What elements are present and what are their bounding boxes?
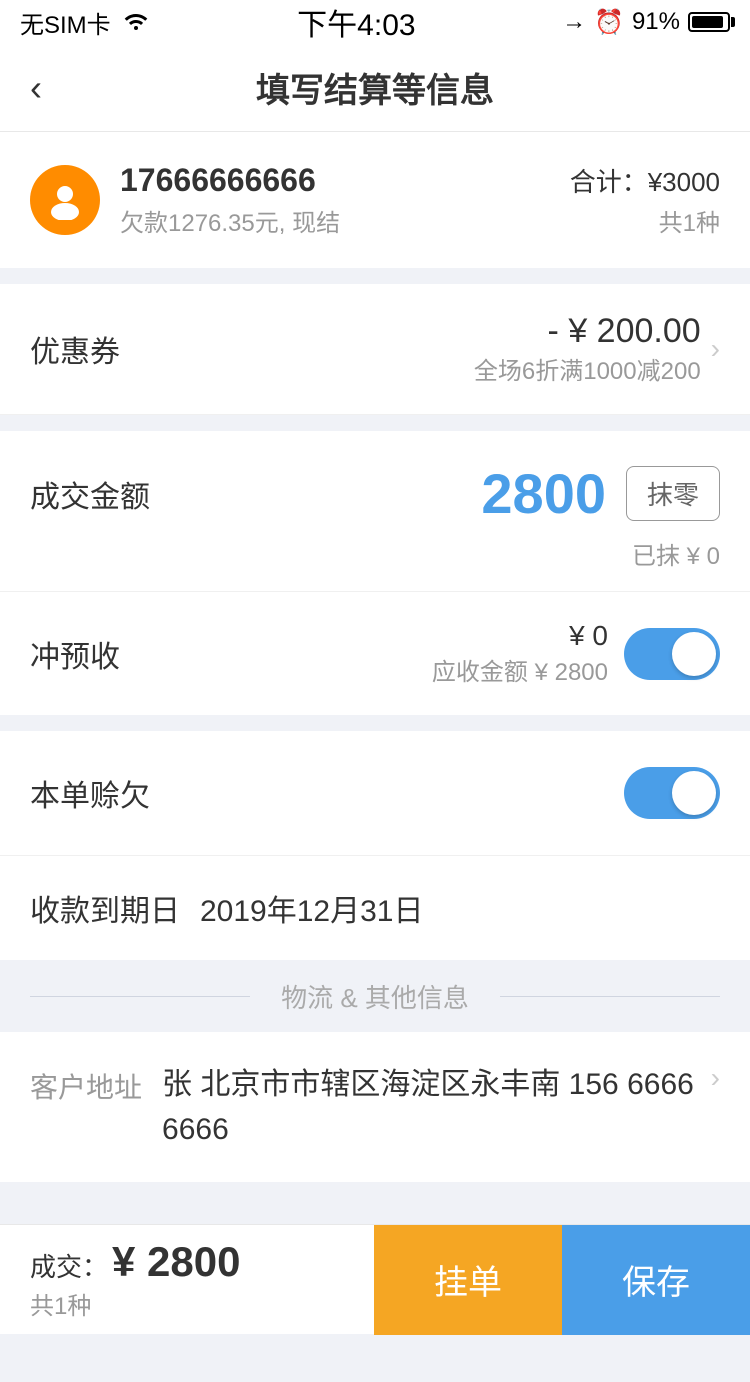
coupon-subtext: 全场6折满1000减200	[474, 351, 701, 386]
date-label: 收款到期日	[30, 886, 180, 930]
status-left: 无SIM卡	[20, 5, 151, 40]
logistics-text: 物流 & 其他信息	[261, 978, 489, 1015]
section-gap-2	[0, 715, 750, 731]
location-icon: →	[562, 8, 586, 36]
total-count: 共1种	[570, 203, 720, 238]
address-key: 客户地址	[30, 1062, 142, 1106]
coupon-label: 优惠券	[30, 327, 120, 371]
debt-section: 本单赊欠 收款到期日 2019年12月31日	[0, 731, 750, 960]
carrier-text: 无SIM卡	[20, 5, 111, 40]
alarm-icon: ⏰	[594, 8, 624, 37]
amount-sub: 已抹 ¥ 0	[0, 536, 750, 591]
coupon-row[interactable]: 优惠券 - ¥ 200.00 全场6折满1000减200 ›	[0, 284, 750, 415]
avatar	[30, 165, 100, 235]
prepaid-row: 冲预收 ¥ 0 应收金额 ¥ 2800	[0, 591, 750, 715]
prepaid-toggle[interactable]	[624, 628, 720, 680]
debt-label: 本单赊欠	[30, 771, 150, 815]
prepaid-label: 冲预收	[30, 632, 120, 676]
address-chevron-icon: ›	[711, 1062, 720, 1094]
bottom-bar: 成交： ¥ 2800 共1种 挂单 保存	[0, 1224, 750, 1334]
date-value: 2019年12月31日	[200, 886, 423, 930]
toggle-knob	[672, 632, 716, 676]
amount-section: 成交金额 2800 抹零 已抹 ¥ 0 冲预收 ¥ 0 应收金额 ¥ 2800	[0, 431, 750, 715]
debt-toggle-knob	[672, 771, 716, 815]
bottom-total-price: ¥ 2800	[112, 1238, 240, 1286]
address-value: 张 北京市市辖区海淀区永丰南 156 6666 6666	[162, 1062, 711, 1152]
coupon-chevron-icon: ›	[711, 333, 720, 365]
battery-percent: 91%	[632, 8, 680, 36]
hang-button[interactable]: 挂单	[374, 1225, 562, 1335]
bottom-count: 共1种	[30, 1286, 344, 1321]
logistics-divider: 物流 & 其他信息	[0, 960, 750, 1032]
amount-label: 成交金额	[30, 472, 150, 516]
battery-icon	[688, 12, 730, 32]
total-label: 合计：¥3000	[570, 162, 720, 199]
prepaid-sub: 应收金额 ¥ 2800	[432, 652, 608, 687]
save-button[interactable]: 保存	[562, 1225, 750, 1335]
prepaid-amount: ¥ 0	[432, 620, 608, 652]
back-button[interactable]: ‹	[30, 67, 42, 109]
coupon-amount: - ¥ 200.00	[474, 312, 701, 351]
date-row: 收款到期日 2019年12月31日	[0, 855, 750, 960]
status-right: → ⏰ 91%	[562, 8, 730, 37]
user-phone: 17666666666	[120, 162, 340, 199]
user-subtext: 欠款1276.35元, 现结	[120, 203, 340, 238]
bottom-total-label: 成交：	[30, 1247, 108, 1284]
amount-value: 2800	[481, 461, 606, 526]
round-button[interactable]: 抹零	[626, 466, 720, 521]
user-card: 17666666666 欠款1276.35元, 现结 合计：¥3000 共1种	[0, 132, 750, 268]
debt-toggle[interactable]	[624, 767, 720, 819]
wifi-icon	[121, 8, 151, 37]
section-gap-1	[0, 415, 750, 431]
bottom-summary: 成交： ¥ 2800 共1种	[0, 1238, 374, 1321]
nav-bar: ‹ 填写结算等信息	[0, 44, 750, 132]
address-row[interactable]: 客户地址 张 北京市市辖区海淀区永丰南 156 6666 6666 ›	[0, 1032, 750, 1182]
status-bar: 无SIM卡 下午4:03 → ⏰ 91%	[0, 0, 750, 44]
status-time: 下午4:03	[297, 0, 415, 44]
page-title: 填写结算等信息	[256, 63, 494, 112]
